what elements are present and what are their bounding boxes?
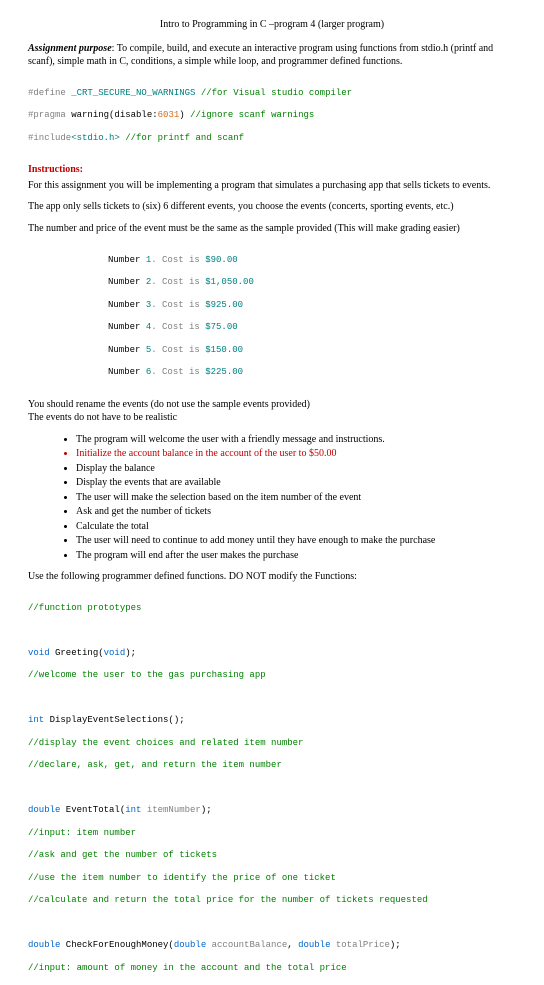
event-total-c1: //input: item number bbox=[28, 828, 516, 839]
greeting-sig: void Greeting(void); bbox=[28, 648, 516, 659]
list-item: Display the events that are available bbox=[76, 476, 516, 490]
prototypes-block: //function prototypes void Greeting(void… bbox=[28, 592, 516, 985]
pragma-line: #pragma warning(disable:6031) //ignore s… bbox=[28, 110, 516, 121]
list-item: The user will make the selection based o… bbox=[76, 491, 516, 505]
event-total-sig: double EventTotal(int itemNumber); bbox=[28, 805, 516, 816]
cost-list: Number 1. Cost is $90.00 Number 2. Cost … bbox=[28, 243, 516, 389]
cost-row: Number 5. Cost is $150.00 bbox=[108, 345, 516, 356]
list-item: Ask and get the number of tickets bbox=[76, 505, 516, 519]
rename-p2: The events do not have to be realistic bbox=[28, 411, 516, 425]
rename-p1: You should rename the events (do not use… bbox=[28, 398, 516, 412]
cost-row: Number 1. Cost is $90.00 bbox=[108, 255, 516, 266]
cost-row: Number 2. Cost is $1,050.00 bbox=[108, 277, 516, 288]
page-title: Intro to Programming in C –program 4 (la… bbox=[28, 18, 516, 32]
check-money-sig: double CheckForEnoughMoney(double accoun… bbox=[28, 940, 516, 951]
event-total-c2: //ask and get the number of tickets bbox=[28, 850, 516, 861]
list-item: The program will end after the user make… bbox=[76, 549, 516, 563]
instructions-p1: For this assignment you will be implemen… bbox=[28, 179, 516, 193]
list-item: The user will need to continue to add mo… bbox=[76, 534, 516, 548]
assignment-purpose: Assignment purpose: To compile, build, a… bbox=[28, 42, 516, 69]
cost-row: Number 4. Cost is $75.00 bbox=[108, 322, 516, 333]
list-item: Initialize the account balance in the ac… bbox=[76, 447, 516, 461]
check-money-c1: //input: amount of money in the account … bbox=[28, 963, 516, 974]
cost-row: Number 6. Cost is $225.00 bbox=[108, 367, 516, 378]
instructions-p3: The number and price of the event must b… bbox=[28, 222, 516, 236]
define-line: #define _CRT_SECURE_NO_WARNINGS //for Vi… bbox=[28, 88, 516, 99]
list-item: The program will welcome the user with a… bbox=[76, 433, 516, 447]
instructions-p2: The app only sells tickets to (six) 6 di… bbox=[28, 200, 516, 214]
greeting-c1: //welcome the user to the gas purchasing… bbox=[28, 670, 516, 681]
display-sel-c2: //declare, ask, get, and return the item… bbox=[28, 760, 516, 771]
functions-intro: Use the following programmer defined fun… bbox=[28, 570, 516, 584]
preprocessor-block: #define _CRT_SECURE_NO_WARNINGS //for Vi… bbox=[28, 77, 516, 156]
requirements-list: The program will welcome the user with a… bbox=[28, 433, 516, 563]
instructions-heading: Instructions: bbox=[28, 163, 516, 177]
list-item: Display the balance bbox=[76, 462, 516, 476]
display-sel-c1: //display the event choices and related … bbox=[28, 738, 516, 749]
list-item: Calculate the total bbox=[76, 520, 516, 534]
include-line: #include<stdio.h> //for printf and scanf bbox=[28, 133, 516, 144]
purpose-label: Assignment purpose bbox=[28, 43, 112, 54]
cost-row: Number 3. Cost is $925.00 bbox=[108, 300, 516, 311]
proto-comment: //function prototypes bbox=[28, 603, 516, 614]
event-total-c4: //calculate and return the total price f… bbox=[28, 895, 516, 906]
display-sel-sig: int DisplayEventSelections(); bbox=[28, 715, 516, 726]
event-total-c3: //use the item number to identify the pr… bbox=[28, 873, 516, 884]
